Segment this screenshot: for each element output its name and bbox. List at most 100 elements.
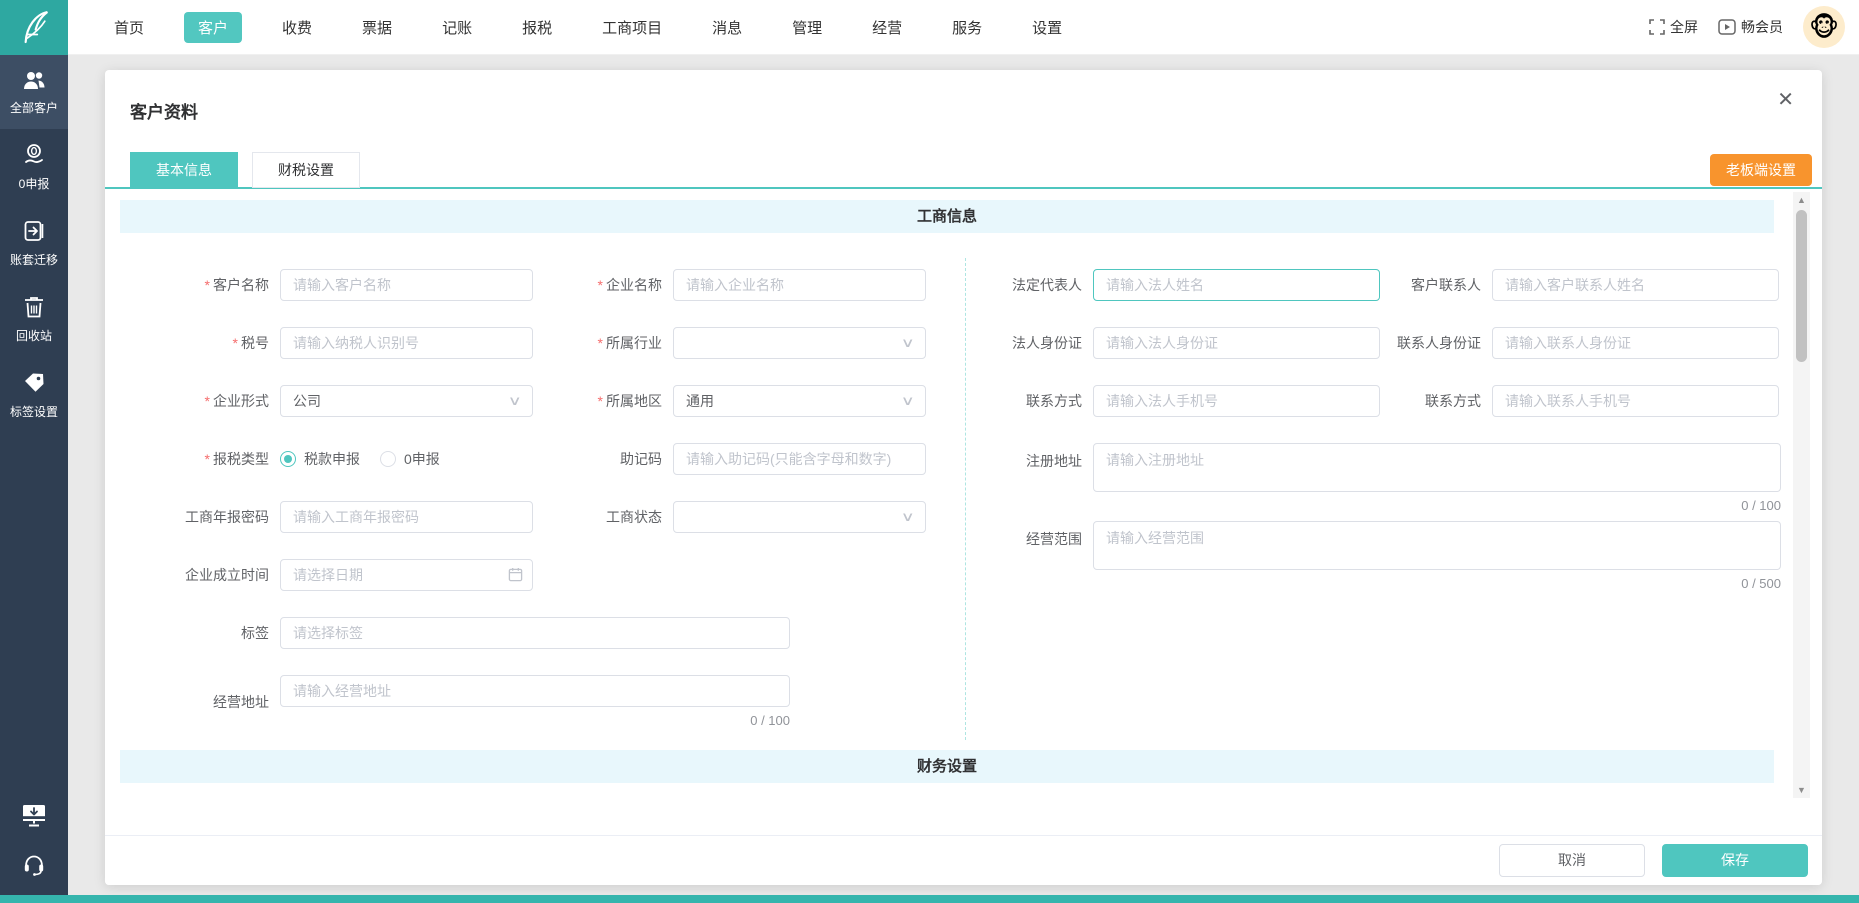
field-establish-date: 企业成立时间 — [130, 559, 533, 591]
tab-underline — [105, 187, 1822, 189]
sidebar-item-account-migrate[interactable]: 账套迁移 — [0, 205, 68, 281]
scroll-up-icon[interactable]: ▲ — [1793, 192, 1810, 208]
company-form-select[interactable]: 公司 ∨ — [280, 385, 533, 417]
contact-person-input[interactable] — [1492, 269, 1779, 301]
nav-item-settings[interactable]: 设置 — [1022, 12, 1072, 43]
top-navbar: 首页 客户 收费 票据 记账 报税 工商项目 消息 管理 经营 服务 设置 全屏… — [0, 0, 1859, 55]
establish-date-input[interactable] — [280, 559, 533, 591]
nav-item-invoices[interactable]: 票据 — [352, 12, 402, 43]
field-legal-id: 法人身份证 — [987, 327, 1380, 359]
enterprise-name-input[interactable] — [673, 269, 926, 301]
main-content-area: 客户资料 ✕ 基本信息 财税设置 老板端设置 工商信息 * 客户名称 请输入客户… — [68, 55, 1859, 895]
app-logo[interactable] — [0, 0, 68, 55]
sidebar-item-label: 全部客户 — [9, 101, 58, 115]
sidebar-item-label: 标签设置 — [9, 405, 58, 419]
field-label: * 客户名称 — [204, 277, 269, 293]
fullscreen-icon — [1649, 19, 1665, 35]
business-info-form: *客户名称 *企业名称 *税号 — [120, 233, 1781, 728]
field-company-form: * 企业形式 公司 ∨ — [130, 385, 533, 417]
dialog-title: 客户资料 — [130, 103, 198, 122]
legal-id-input[interactable] — [1093, 327, 1380, 359]
field-tax-no: * 税号 — [130, 327, 533, 359]
nav-item-fees[interactable]: 收费 — [272, 12, 322, 43]
field-label: 经营范围 — [1026, 531, 1082, 548]
main-nav: 首页 客户 收费 票据 记账 报税 工商项目 消息 管理 经营 服务 设置 — [104, 11, 1072, 43]
field-label: * 企业名称 — [597, 277, 662, 293]
save-button[interactable]: 保存 — [1662, 844, 1808, 877]
radio-zero-declare[interactable] — [380, 451, 396, 467]
sidebar-item-all-customers[interactable]: 全部客户 — [0, 55, 68, 129]
registered-address-textarea[interactable] — [1093, 443, 1781, 493]
bottom-accent-strip — [0, 895, 1859, 903]
radio-tax-declare[interactable] — [280, 451, 296, 467]
legal-phone-input[interactable] — [1093, 385, 1380, 417]
nav-item-business-projects[interactable]: 工商项目 — [592, 12, 672, 43]
close-icon[interactable]: ✕ — [1777, 90, 1794, 110]
field-region: * 所属地区 通用 ∨ — [533, 385, 926, 417]
field-label: 助记码 — [620, 451, 662, 467]
field-customer-name: * 客户名称 — [130, 269, 533, 301]
sidebar-item-zero-declare[interactable]: 0申报 — [0, 129, 68, 205]
field-tags: 标签 — [130, 617, 790, 649]
legal-person-input[interactable] — [1093, 269, 1380, 301]
tax-no-input[interactable] — [280, 327, 533, 359]
contact-phone-input[interactable] — [1492, 385, 1779, 417]
boss-settings-button[interactable]: 老板端设置 — [1710, 154, 1812, 186]
required-marker: * — [204, 451, 210, 467]
nav-item-tax-filing[interactable]: 报税 — [512, 12, 562, 43]
tab-basic-info[interactable]: 基本信息 — [130, 152, 238, 188]
business-scope-textarea[interactable] — [1093, 521, 1781, 571]
fullscreen-button[interactable]: 全屏 — [1649, 17, 1698, 37]
region-select[interactable]: 通用 ∨ — [673, 385, 926, 417]
dialog-footer: 取消 保存 — [105, 835, 1822, 885]
nav-item-management[interactable]: 管理 — [782, 12, 832, 43]
field-label: * 税号 — [232, 335, 269, 351]
chevron-down-icon: ∨ — [901, 393, 916, 408]
tag-settings-icon — [25, 373, 44, 392]
left-sidebar: 全部客户 0申报 账套迁移 回收站 标签设置 — [0, 55, 68, 895]
calendar-icon[interactable] — [508, 567, 523, 582]
customer-profile-dialog: 客户资料 ✕ 基本信息 财税设置 老板端设置 工商信息 * 客户名称 请输入客户… — [105, 70, 1822, 885]
customer-name-input[interactable] — [280, 269, 533, 301]
field-label: * 所属地区 — [597, 393, 662, 409]
zero-declare-icon — [25, 144, 43, 163]
annual-report-password-input[interactable] — [280, 501, 533, 533]
field-contact-id: 联系人身份证 — [1380, 327, 1779, 359]
download-client-button[interactable] — [21, 803, 47, 827]
nav-item-bookkeeping[interactable]: 记账 — [432, 12, 482, 43]
required-marker: * — [204, 277, 210, 293]
scroll-down-icon[interactable]: ▼ — [1793, 782, 1810, 798]
nav-item-customers[interactable]: 客户 — [184, 11, 243, 43]
char-counter: 0 / 100 — [1741, 498, 1781, 514]
sidebar-item-label: 0申报 — [18, 177, 50, 191]
sidebar-item-recycle-bin[interactable]: 回收站 — [0, 281, 68, 357]
field-label: 注册地址 — [1026, 453, 1082, 469]
nav-item-services[interactable]: 服务 — [942, 12, 992, 43]
industry-select[interactable]: ∨ — [673, 327, 926, 359]
customer-service-button[interactable] — [22, 853, 46, 877]
mnemonic-input[interactable] — [673, 443, 926, 475]
vertical-scrollbar[interactable]: ▲ ▼ — [1793, 192, 1810, 798]
sidebar-item-tag-settings[interactable]: 标签设置 — [0, 357, 68, 433]
user-avatar[interactable]: 🐵 — [1803, 6, 1845, 48]
section-header-finance-settings: 财务设置 — [120, 750, 1774, 783]
business-address-input[interactable] — [280, 675, 790, 707]
recycle-bin-icon — [25, 297, 43, 318]
nav-item-operations[interactable]: 经营 — [862, 12, 912, 43]
nav-item-messages[interactable]: 消息 — [702, 12, 752, 43]
tags-input[interactable] — [280, 617, 790, 649]
business-status-select[interactable]: ∨ — [673, 501, 926, 533]
required-marker: * — [232, 335, 238, 351]
nav-item-home[interactable]: 首页 — [104, 12, 154, 43]
scrollbar-thumb[interactable] — [1796, 210, 1807, 362]
contact-id-input[interactable] — [1492, 327, 1779, 359]
tab-finance-tax-settings[interactable]: 财税设置 — [252, 152, 360, 188]
required-marker: * — [597, 393, 603, 409]
cancel-button[interactable]: 取消 — [1499, 844, 1645, 877]
field-legal-person: 法定代表人 — [987, 269, 1380, 301]
member-button[interactable]: 畅会员 — [1718, 17, 1783, 37]
field-enterprise-name: * 企业名称 — [533, 269, 926, 301]
field-label: 联系方式 — [1425, 393, 1481, 409]
field-label: 联系方式 — [1026, 393, 1082, 409]
sidebar-bottom-tools — [21, 803, 47, 877]
